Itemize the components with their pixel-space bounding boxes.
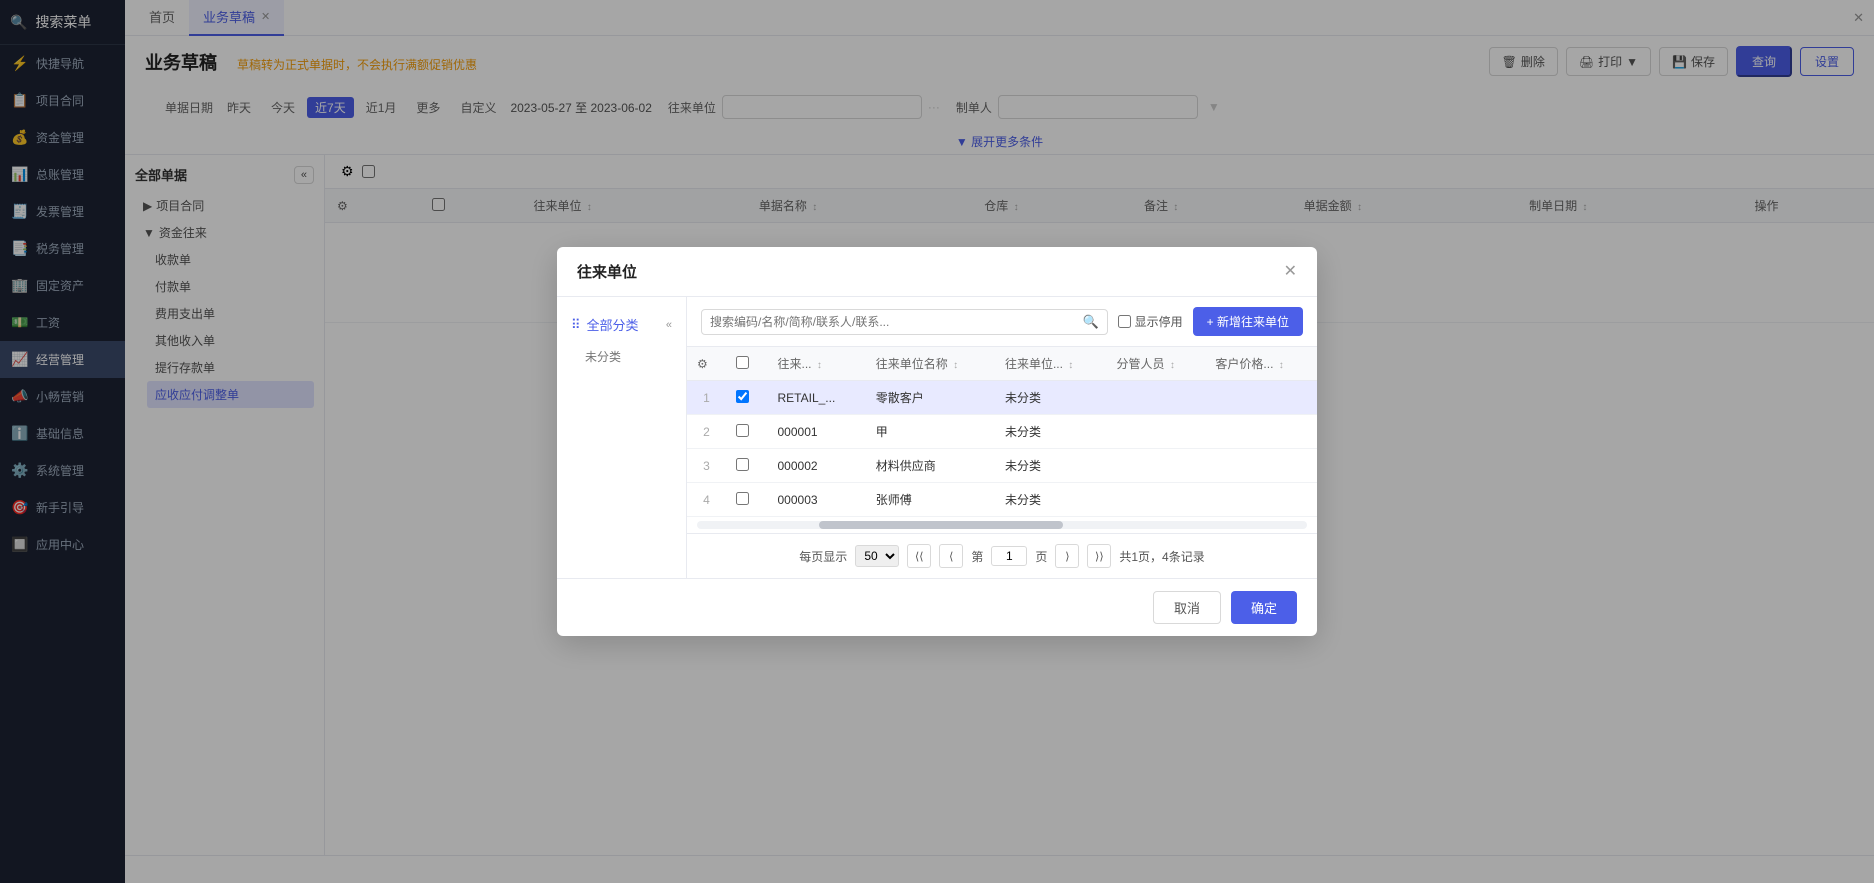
page-unit: 页	[1035, 548, 1047, 565]
per-page-label: 每页显示	[799, 548, 847, 565]
row-manager-cell	[1106, 415, 1205, 449]
modal-header: 往来单位 ✕	[557, 247, 1317, 297]
row-category-cell: 未分类	[995, 381, 1107, 415]
modal: 往来单位 ✕ ⠿ 全部分类 « 未分类	[557, 247, 1317, 636]
modal-col-name: 往来单位名称 ↕	[866, 347, 995, 381]
grid-dots-icon: ⠿	[571, 317, 581, 333]
row-code-cell: 000002	[768, 449, 866, 483]
first-page-btn[interactable]: ⟨⟨	[907, 544, 931, 568]
add-partner-button[interactable]: + 新增往来单位	[1193, 307, 1303, 336]
row-category-cell: 未分类	[995, 415, 1107, 449]
row-price-cell	[1205, 415, 1317, 449]
row-checkbox-cell[interactable]	[726, 381, 768, 415]
modal-sidebar-uncategorized[interactable]: 未分类	[557, 342, 686, 371]
modal-table-row[interactable]: 1 RETAIL_... 零散客户 未分类	[687, 381, 1317, 415]
modal-sidebar: ⠿ 全部分类 « 未分类	[557, 297, 687, 578]
row-category-cell: 未分类	[995, 449, 1107, 483]
prev-page-btn[interactable]: ⟨	[939, 544, 963, 568]
modal-close-button[interactable]: ✕	[1284, 264, 1297, 280]
row-checkbox-cell[interactable]	[726, 415, 768, 449]
show-disabled-group: 显示停用	[1118, 313, 1183, 330]
row-checkbox-cell[interactable]	[726, 449, 768, 483]
row-name-cell: 材料供应商	[866, 449, 995, 483]
row-price-cell	[1205, 449, 1317, 483]
row-manager-cell	[1106, 483, 1205, 517]
row-name-cell: 张师傅	[866, 483, 995, 517]
row-settings-cell: 3	[687, 449, 726, 483]
row-code-cell: RETAIL_...	[768, 381, 866, 415]
row-code-cell: 000001	[768, 415, 866, 449]
modal-col-checkbox	[726, 347, 768, 381]
modal-table-row[interactable]: 4 000003 张师傅 未分类	[687, 483, 1317, 517]
modal-toolbar: 🔍 显示停用 + 新增往来单位	[687, 297, 1317, 347]
modal-search-icon: 🔍	[1082, 314, 1098, 330]
modal-table: ⚙ 往来... ↕ 往来单位名称 ↕ 往来单位... ↕ 分管人员 ↕ 客户价格…	[687, 347, 1317, 517]
modal-table-wrap: ⚙ 往来... ↕ 往来单位名称 ↕ 往来单位... ↕ 分管人员 ↕ 客户价格…	[687, 347, 1317, 533]
modal-table-row[interactable]: 3 000002 材料供应商 未分类	[687, 449, 1317, 483]
confirm-button[interactable]: 确定	[1231, 591, 1297, 624]
page-label: 第	[971, 548, 983, 565]
cancel-button[interactable]: 取消	[1153, 591, 1221, 624]
row-checkbox-cell[interactable]	[726, 483, 768, 517]
modal-body: ⠿ 全部分类 « 未分类 🔍 显示停用	[557, 297, 1317, 578]
modal-pagination: 每页显示 50 ⟨⟨ ⟨ 第 页 ⟩ ⟩⟩ 共1页，4条记录	[687, 533, 1317, 578]
modal-col-settings: ⚙	[687, 347, 726, 381]
modal-col-code: 往来... ↕	[768, 347, 866, 381]
modal-footer: 取消 确定	[557, 578, 1317, 636]
modal-main: 🔍 显示停用 + 新增往来单位 ⚙	[687, 297, 1317, 578]
per-page-select[interactable]: 50	[855, 545, 899, 567]
row-settings-cell: 2	[687, 415, 726, 449]
modal-table-row[interactable]: 2 000001 甲 未分类	[687, 415, 1317, 449]
row-name-cell: 零散客户	[866, 381, 995, 415]
modal-search-input[interactable]	[710, 315, 1076, 329]
modal-col-manager: 分管人员 ↕	[1106, 347, 1205, 381]
row-code-cell: 000003	[768, 483, 866, 517]
modal-scrollbar-thumb	[819, 521, 1063, 529]
row-manager-cell	[1106, 381, 1205, 415]
current-page-input[interactable]	[991, 546, 1027, 566]
modal-search-box[interactable]: 🔍	[701, 309, 1108, 335]
next-page-btn[interactable]: ⟩	[1055, 544, 1079, 568]
row-price-cell	[1205, 381, 1317, 415]
row-price-cell	[1205, 483, 1317, 517]
modal-sidebar-collapse-icon[interactable]: «	[666, 319, 672, 331]
last-page-btn[interactable]: ⟩⟩	[1087, 544, 1111, 568]
row-manager-cell	[1106, 449, 1205, 483]
modal-scrollbar[interactable]	[697, 521, 1307, 529]
row-category-cell: 未分类	[995, 483, 1107, 517]
modal-overlay[interactable]: 往来单位 ✕ ⠿ 全部分类 « 未分类	[0, 0, 1874, 883]
modal-col-price: 客户价格... ↕	[1205, 347, 1317, 381]
row-name-cell: 甲	[866, 415, 995, 449]
row-settings-cell: 4	[687, 483, 726, 517]
modal-sidebar-all[interactable]: ⠿ 全部分类 «	[557, 307, 686, 342]
modal-title: 往来单位	[577, 261, 637, 282]
show-disabled-checkbox[interactable]	[1118, 315, 1131, 328]
row-settings-cell: 1	[687, 381, 726, 415]
total-info: 共1页，4条记录	[1119, 548, 1204, 565]
modal-col-category: 往来单位... ↕	[995, 347, 1107, 381]
